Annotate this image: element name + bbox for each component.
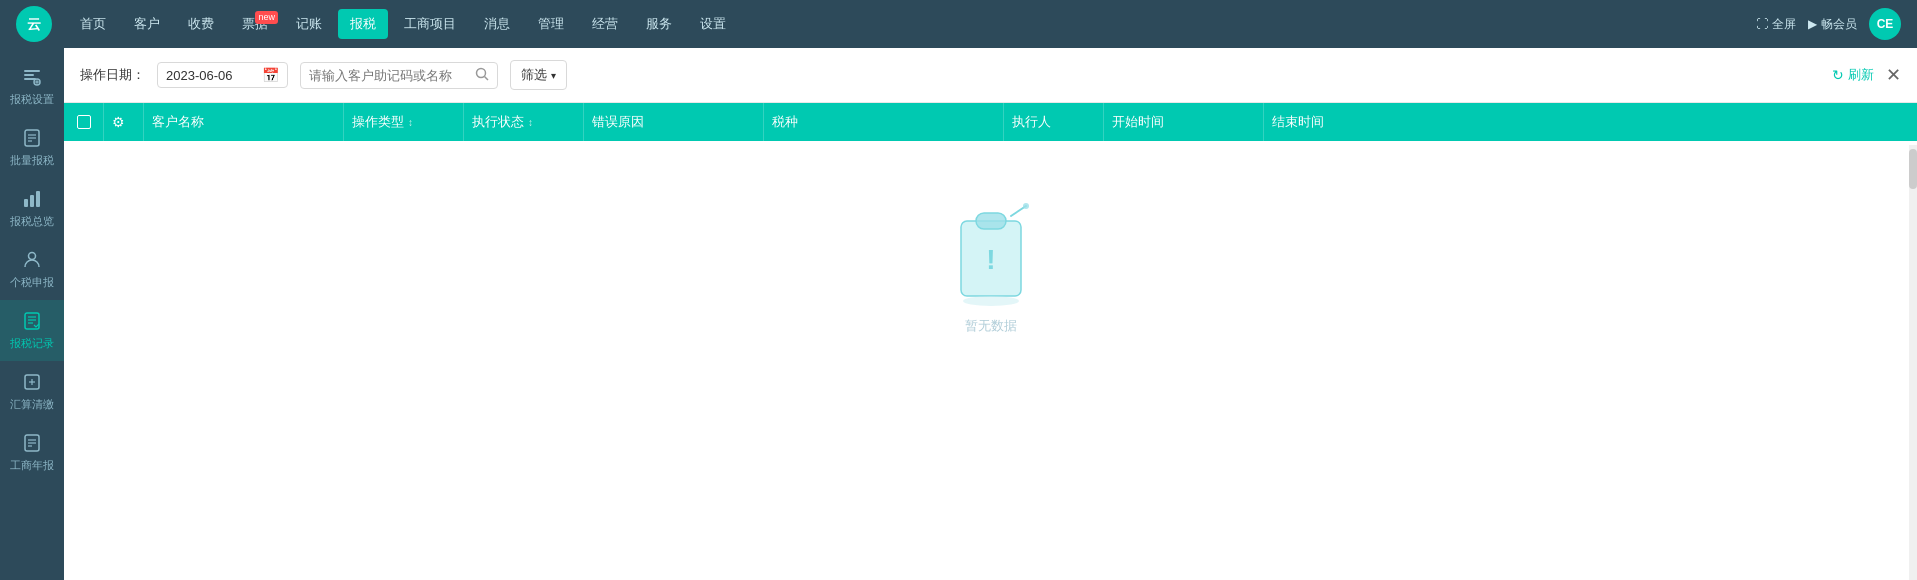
sort-icon-exec-status: ↕ [528,117,533,128]
th-executor: 执行人 [1004,103,1104,141]
empty-text: 暂无数据 [965,317,1017,335]
nav-item-invoice[interactable]: 票据 new [230,9,280,39]
th-start-time: 开始时间 [1104,103,1264,141]
th-error-reason: 错误原因 [584,103,764,141]
personal-tax-icon [21,249,43,271]
sidebar-label-tax-settings: 报税设置 [10,92,54,107]
filter-button[interactable]: 筛选 ▾ [510,60,567,90]
scroll-track[interactable] [1909,145,1917,580]
header-checkbox[interactable] [77,115,91,129]
search-wrap[interactable] [300,62,498,89]
svg-rect-31 [976,213,1006,229]
th-settings: ⚙ [104,103,144,141]
svg-point-36 [963,296,1019,306]
svg-text:!: ! [986,244,995,275]
main-layout: 报税设置 批量报税 报税总览 [0,48,1917,580]
sidebar-label-tax-summary: 报税总览 [10,214,54,229]
settings-icon[interactable]: ⚙ [112,114,125,130]
th-end-time: 结束时间 [1264,103,1384,141]
svg-point-27 [477,68,486,77]
nav-item-bookkeeping[interactable]: 记账 [284,9,334,39]
member-button[interactable]: ▶ 畅会员 [1808,16,1857,33]
member-icon: ▶ [1808,17,1817,31]
toolbar-right: ↻ 刷新 ✕ [1832,66,1901,84]
sidebar: 报税设置 批量报税 报税总览 [0,48,64,580]
chevron-down-icon: ▾ [551,70,556,81]
close-button[interactable]: ✕ [1886,66,1901,84]
top-nav-right: ⛶ 全屏 ▶ 畅会员 CE [1756,8,1901,40]
nav-item-message[interactable]: 消息 [472,9,522,39]
svg-point-35 [1023,203,1029,209]
nav-item-tax[interactable]: 报税 [338,9,388,39]
top-nav: 云 首页 客户 收费 票据 new 记账 报税 工商项目 消息 管理 经营 服务… [0,0,1917,48]
sidebar-item-settlement[interactable]: 汇算清缴 [0,361,64,422]
svg-rect-3 [24,74,34,76]
nav-item-management[interactable]: 管理 [526,9,576,39]
calendar-icon: 📅 [262,67,279,83]
annual-report-icon [21,432,43,454]
table-header: ⚙ 客户名称 操作类型 ↕ 执行状态 ↕ 错误原因 税种 [64,103,1917,141]
tax-settings-icon [21,66,43,88]
nav-item-operation[interactable]: 经营 [580,9,630,39]
new-badge: new [255,11,278,24]
th-checkbox[interactable] [64,103,104,141]
th-tax-type: 税种 [764,103,1004,141]
sidebar-item-tax-settings[interactable]: 报税设置 [0,56,64,117]
th-operation-type[interactable]: 操作类型 ↕ [344,103,464,141]
search-input[interactable] [309,68,469,83]
svg-rect-13 [30,195,34,207]
search-icon[interactable] [475,67,489,84]
sidebar-item-annual-report[interactable]: 工商年报 [0,422,64,483]
empty-illustration: ! [941,201,1041,301]
batch-tax-icon [21,127,43,149]
tax-summary-icon [21,188,43,210]
nav-item-business[interactable]: 工商项目 [392,9,468,39]
sort-icon-operation-type: ↕ [408,117,413,128]
nav-item-billing[interactable]: 收费 [176,9,226,39]
svg-rect-12 [24,199,28,207]
sidebar-item-tax-record[interactable]: 报税记录 [0,300,64,361]
nav-item-home[interactable]: 首页 [68,9,118,39]
date-field[interactable] [166,68,256,83]
sidebar-label-personal-tax: 个税申报 [10,275,54,290]
tax-record-icon [21,310,43,332]
fullscreen-button[interactable]: ⛶ 全屏 [1756,16,1796,33]
content-area: 操作日期： 📅 筛选 ▾ ↻ [64,48,1917,580]
sidebar-item-tax-summary[interactable]: 报税总览 [0,178,64,239]
date-input[interactable]: 📅 [157,62,288,88]
sidebar-label-batch-tax: 批量报税 [10,153,54,168]
sidebar-label-tax-record: 报税记录 [10,336,54,351]
scroll-thumb[interactable] [1909,149,1917,189]
avatar[interactable]: CE [1869,8,1901,40]
table-container: ⚙ 客户名称 操作类型 ↕ 执行状态 ↕ 错误原因 税种 [64,103,1917,580]
sidebar-item-personal-tax[interactable]: 个税申报 [0,239,64,300]
svg-rect-14 [36,191,40,207]
nav-menu: 首页 客户 收费 票据 new 记账 报税 工商项目 消息 管理 经营 服务 设… [68,9,1756,39]
empty-state: ! 暂无数据 [64,141,1917,395]
filter-label: 筛选 [521,66,547,84]
refresh-button[interactable]: ↻ 刷新 [1832,66,1874,84]
refresh-icon: ↻ [1832,67,1844,83]
th-client-name: 客户名称 [144,103,344,141]
svg-text:云: 云 [27,16,41,32]
sidebar-label-annual-report: 工商年报 [10,458,54,473]
svg-rect-2 [24,70,40,72]
app-logo[interactable]: 云 [16,6,52,42]
fullscreen-icon: ⛶ [1756,17,1768,31]
sidebar-label-settlement: 汇算清缴 [10,397,54,412]
nav-item-service[interactable]: 服务 [634,9,684,39]
settlement-icon [21,371,43,393]
th-exec-status[interactable]: 执行状态 ↕ [464,103,584,141]
date-label: 操作日期： [80,66,145,84]
svg-point-15 [29,253,36,260]
toolbar: 操作日期： 📅 筛选 ▾ ↻ [64,48,1917,103]
svg-line-28 [485,76,489,80]
sidebar-item-batch-tax[interactable]: 批量报税 [0,117,64,178]
nav-item-settings[interactable]: 设置 [688,9,738,39]
nav-item-customer[interactable]: 客户 [122,9,172,39]
